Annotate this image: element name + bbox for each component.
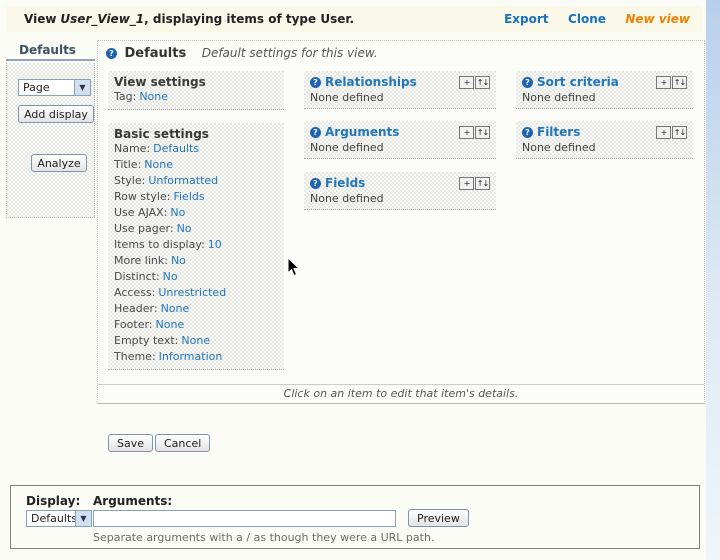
filters-status: None defined — [522, 141, 596, 154]
add-argument-button[interactable]: + — [459, 126, 474, 139]
relationships-status: None defined — [310, 91, 384, 104]
chevron-down-icon: ▼ — [74, 80, 90, 95]
setting-row-empty-text: Empty text: None — [114, 334, 211, 347]
rearrange-sorts-button[interactable]: ↑↓ — [672, 76, 687, 89]
sort-criteria-panel: ? Sort criteria + ↑↓ None defined — [516, 71, 693, 109]
view-settings-title: View settings — [114, 75, 206, 89]
help-icon[interactable]: ? — [522, 76, 533, 88]
add-display-button[interactable]: Add display — [18, 105, 94, 123]
setting-row-access: Access: Unrestricted — [114, 286, 227, 299]
arguments-input[interactable] — [93, 510, 396, 527]
fields-status: None defined — [310, 192, 384, 205]
rearrange-fields-button[interactable]: ↑↓ — [475, 177, 490, 190]
view-action-links: Export Clone New view — [488, 6, 690, 33]
export-link[interactable]: Export — [504, 12, 548, 26]
rearrange-filters-button[interactable]: ↑↓ — [672, 126, 687, 139]
display-label: Display: — [26, 494, 81, 508]
setting-row-header: Header: None — [114, 302, 190, 315]
display-settings-panel: ? Defaults Default settings for this vie… — [97, 40, 705, 404]
name-value-link[interactable]: Defaults — [153, 142, 199, 155]
view-name: User_View_1 — [60, 12, 145, 26]
view-title-bar: Export Clone New view View User_View_1, d… — [6, 6, 702, 32]
save-button[interactable]: Save — [108, 434, 154, 452]
views-edit-page: Export Clone New view View User_View_1, d… — [0, 0, 720, 560]
panel-heading-note: Default settings for this view. — [201, 46, 378, 60]
title-value-link[interactable]: None — [144, 158, 173, 171]
fields-title-link[interactable]: Fields — [325, 176, 365, 190]
setting-row-use-pager: Use pager: No — [114, 222, 192, 235]
arguments-panel: ? Arguments + ↑↓ None defined — [304, 121, 496, 159]
display-sidebar: Defaults Page ▼ Add display Analyze — [6, 40, 95, 218]
help-icon[interactable]: ? — [106, 48, 117, 59]
items-to-display-value-link[interactable]: 10 — [208, 238, 222, 251]
live-preview-panel: Display: Defaults ▼ Arguments: Preview S… — [10, 485, 700, 549]
tab-defaults[interactable]: Defaults — [6, 40, 95, 61]
page-title: View User_View_1, displaying items of typ… — [24, 12, 355, 26]
add-filter-button[interactable]: + — [656, 126, 671, 139]
fields-panel: ? Fields + ↑↓ None defined — [304, 172, 496, 210]
panel-heading: ? Defaults Default settings for this vie… — [98, 41, 704, 66]
clone-link[interactable]: Clone — [568, 12, 606, 26]
setting-row-items-to-display: Items to display: 10 — [114, 238, 222, 251]
rearrange-relationships-button[interactable]: ↑↓ — [475, 76, 490, 89]
setting-row-style: Style: Unformatted — [114, 174, 219, 187]
preview-display-select[interactable]: Defaults ▼ — [26, 510, 92, 527]
filters-panel: ? Filters + ↑↓ None defined — [516, 121, 693, 159]
cancel-button[interactable]: Cancel — [155, 434, 211, 452]
setting-row-distinct: Distinct: No — [114, 270, 178, 283]
basic-settings-panel: Basic settings Name: Defaults Title: None … — [108, 123, 284, 370]
relationships-panel: ? Relationships + ↑↓ None defined — [304, 71, 496, 109]
help-icon[interactable]: ? — [310, 177, 321, 189]
row-style-value-link[interactable]: Fields — [173, 190, 204, 203]
filters-title-link[interactable]: Filters — [537, 125, 580, 139]
setting-row-title: Title: None — [114, 158, 173, 171]
sort-criteria-status: None defined — [522, 91, 596, 104]
setting-row-use-ajax: Use AJAX: No — [114, 206, 186, 219]
header-value-link[interactable]: None — [161, 302, 190, 315]
rearrange-arguments-button[interactable]: ↑↓ — [475, 126, 490, 139]
new-view-link[interactable]: New view — [625, 12, 690, 26]
display-type-select[interactable]: Page ▼ — [18, 79, 91, 96]
sidebar-body: Page ▼ Add display Analyze — [6, 63, 95, 218]
sort-criteria-title-link[interactable]: Sort criteria — [537, 75, 619, 89]
setting-row-tag: Tag: None — [114, 90, 169, 103]
add-relationship-button[interactable]: + — [459, 76, 474, 89]
theme-value-link[interactable]: Information — [159, 350, 223, 363]
preview-button[interactable]: Preview — [408, 509, 469, 527]
preview-display-select-value: Defaults — [31, 512, 75, 525]
analyze-button[interactable]: Analyze — [31, 154, 87, 172]
empty-text-value-link[interactable]: None — [181, 334, 210, 347]
add-field-button[interactable]: + — [459, 177, 474, 190]
help-icon[interactable]: ? — [310, 76, 321, 88]
style-value-link[interactable]: Unformatted — [148, 174, 218, 187]
use-pager-value-link[interactable]: No — [177, 222, 192, 235]
arguments-label: Arguments: — [93, 494, 173, 508]
setting-row-more-link: More link: No — [114, 254, 186, 267]
arguments-help-text: Separate arguments with a / as though th… — [93, 531, 435, 544]
setting-row-theme: Theme: Information — [114, 350, 223, 363]
help-icon[interactable]: ? — [522, 126, 533, 138]
setting-row-row-style: Row style: Fields — [114, 190, 205, 203]
setting-row-footer: Footer: None — [114, 318, 185, 331]
distinct-value-link[interactable]: No — [163, 270, 178, 283]
tag-value-link[interactable]: None — [139, 90, 168, 103]
relationships-title-link[interactable]: Relationships — [325, 75, 417, 89]
arguments-title-link[interactable]: Arguments — [325, 125, 399, 139]
access-value-link[interactable]: Unrestricted — [158, 286, 226, 299]
basic-settings-title: Basic settings — [114, 127, 209, 141]
arguments-status: None defined — [310, 141, 384, 154]
setting-row-name: Name: Defaults — [114, 142, 200, 155]
panel-heading-title: Defaults — [124, 46, 187, 61]
add-sort-button[interactable]: + — [656, 76, 671, 89]
display-type-select-value: Page — [23, 81, 50, 94]
panel-footer-note: Click on an item to edit that item's det… — [98, 384, 704, 403]
footer-value-link[interactable]: None — [156, 318, 185, 331]
view-settings-panel: View settings Tag: None — [108, 71, 284, 110]
more-link-value-link[interactable]: No — [171, 254, 186, 267]
chevron-down-icon: ▼ — [75, 511, 91, 526]
use-ajax-value-link[interactable]: No — [170, 206, 185, 219]
page-background-strip — [706, 0, 720, 560]
help-icon[interactable]: ? — [310, 126, 321, 138]
